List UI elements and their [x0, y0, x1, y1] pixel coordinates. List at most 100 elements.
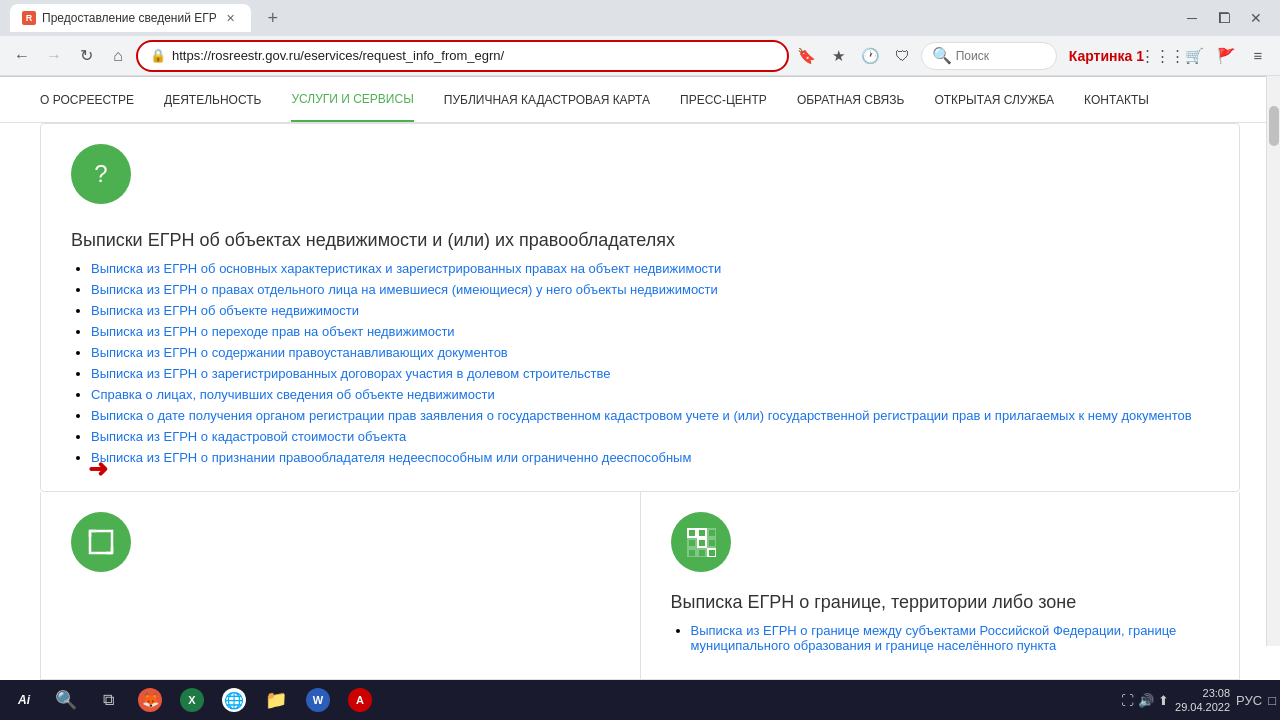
address-bar[interactable]	[172, 48, 775, 63]
nav-item-feedback[interactable]: ОБРАТНАЯ СВЯЗЬ	[797, 79, 905, 121]
section-col-left	[41, 492, 641, 679]
tab-title: Предоставление сведений ЕГР	[42, 11, 217, 25]
nav-item-deyatelnost[interactable]: ДЕЯТЕЛЬНОСТЬ	[164, 79, 261, 121]
taskbar-word-button[interactable]: W	[298, 682, 338, 718]
taskbar-right: ⛶ 🔊 ⬆ 23:08 29.04.2022 РУС □	[1121, 686, 1276, 715]
picture-label: Картинка 1	[1069, 48, 1144, 64]
list-item-highlighted: Справка о лицах, получивших сведения об …	[91, 387, 1209, 402]
svg-rect-7	[708, 529, 716, 537]
section-icon-right	[671, 512, 731, 572]
list-link[interactable]: Выписка из ЕГРН об объекте недвижимости	[91, 303, 359, 318]
notification-icon: □	[1268, 693, 1276, 708]
svg-rect-8	[688, 539, 696, 547]
maximize-button[interactable]: ⧠	[1210, 4, 1238, 32]
taskbar-explorer-button[interactable]: 📁	[256, 682, 296, 718]
taskbar-firefox-button[interactable]: 🦊	[130, 682, 170, 718]
list-item: Выписка из ЕГРН о зарегистрированных дог…	[91, 366, 1209, 381]
section-icon-question: ?	[71, 144, 131, 204]
taskbar-acrobat-button[interactable]: A	[340, 682, 380, 718]
browser-chrome: R Предоставление сведений ЕГР ✕ + ─ ⧠ ✕ …	[0, 0, 1280, 77]
list-item: Выписка из ЕГРН о правах отдельного лица…	[91, 282, 1209, 297]
sections-row: Выписка ЕГРН о границе, территории либо …	[40, 492, 1240, 680]
back-button[interactable]: ←	[8, 42, 36, 70]
scrollbar-thumb[interactable]	[1269, 106, 1279, 146]
ai-label: Ai	[18, 693, 30, 707]
toolbar-right: 🔖 ★ 🕐 🛡 🔍 Картинка 1 ⋮⋮⋮ 🛒 🚩 ≡	[793, 42, 1272, 70]
list-item: Выписка из ЕГРН об объекте недвижимости	[91, 303, 1209, 318]
section-title: Выписки ЕГРН об объектах недвижимости и …	[71, 220, 1209, 251]
list-link[interactable]: Выписка из ЕГРН о переходе прав на объек…	[91, 324, 455, 339]
address-bar-container[interactable]: 🔒	[136, 40, 789, 72]
extensions-icon[interactable]: ⋮⋮⋮	[1148, 42, 1176, 70]
word-icon: W	[306, 688, 330, 712]
list-link[interactable]: Выписка из ЕГРН о кадастровой стоимости …	[91, 429, 406, 444]
list-link[interactable]: Выписка из ЕГРН об основных характеристи…	[91, 261, 721, 276]
section-header: ?	[71, 144, 1209, 204]
search-box[interactable]: 🔍	[921, 42, 1057, 70]
browser-tab[interactable]: R Предоставление сведений ЕГР ✕	[10, 4, 251, 32]
clock: 23:08	[1175, 686, 1230, 700]
menu-icon[interactable]: ≡	[1244, 42, 1272, 70]
taskbar-taskview-icon: ⧉	[103, 691, 114, 709]
svg-rect-13	[708, 549, 716, 557]
taskbar-search-button[interactable]: 🔍	[46, 682, 86, 718]
list-item: Выписка из ЕГРН об основных характеристи…	[91, 261, 1209, 276]
grid-icon	[686, 527, 716, 557]
list-item: Выписка из ЕГРН о переходе прав на объек…	[91, 324, 1209, 339]
list-link-highlighted[interactable]: Справка о лицах, получивших сведения об …	[91, 387, 495, 402]
svg-rect-9	[698, 539, 706, 547]
acrobat-icon: A	[348, 688, 372, 712]
list-link[interactable]: Выписка из ЕГРН о содержании правоустана…	[91, 345, 508, 360]
list-item: Выписка о дате получения органом регистр…	[91, 408, 1209, 423]
scrollbar[interactable]	[1266, 76, 1280, 646]
svg-rect-6	[698, 529, 706, 537]
search-input[interactable]	[956, 49, 1046, 63]
taskbar-taskview-button[interactable]: ⧉	[88, 682, 128, 718]
list-item: Выписка из ЕГРН о признании правообладат…	[91, 450, 1209, 465]
sys-icons: ⛶ 🔊 ⬆	[1121, 693, 1169, 708]
new-tab-button[interactable]: +	[259, 4, 287, 32]
taskbar-ai-button[interactable]: Ai	[4, 682, 44, 718]
tab-close-button[interactable]: ✕	[223, 10, 239, 26]
flag-icon[interactable]: 🚩	[1212, 42, 1240, 70]
list-link[interactable]: Выписка о дате получения органом регистр…	[91, 408, 1192, 423]
close-button[interactable]: ✕	[1242, 4, 1270, 32]
reload-button[interactable]: ↻	[72, 42, 100, 70]
list-link[interactable]: Выписка из ЕГРН о зарегистрированных дог…	[91, 366, 610, 381]
list-link[interactable]: Выписка из ЕГРН о правах отдельного лица…	[91, 282, 718, 297]
favorites-icon[interactable]: ★	[825, 42, 853, 70]
home-button[interactable]: ⌂	[104, 42, 132, 70]
address-lock-icon: 🔒	[150, 48, 166, 63]
taskbar-chrome-button[interactable]: 🌐	[214, 682, 254, 718]
forward-button[interactable]: →	[40, 42, 68, 70]
cart-icon[interactable]: 🛒	[1180, 42, 1208, 70]
question-icon: ?	[94, 160, 107, 188]
title-bar: R Предоставление сведений ЕГР ✕ + ─ ⧠ ✕	[0, 0, 1280, 36]
nav-item-contacts[interactable]: КОНТАКТЫ	[1084, 79, 1149, 121]
taskbar-time: 23:08 29.04.2022	[1175, 686, 1230, 715]
section2-title: Выписка ЕГРН о границе, территории либо …	[671, 582, 1210, 613]
crop-icon	[86, 527, 116, 557]
taskbar-excel-button[interactable]: X	[172, 682, 212, 718]
nav-item-rosreestr[interactable]: О РОСРЕЕСТРЕ	[40, 79, 134, 121]
bookmark-icon[interactable]: 🔖	[793, 42, 821, 70]
section-col-right: Выписка ЕГРН о границе, территории либо …	[641, 492, 1240, 679]
list-link[interactable]: Выписка из ЕГРН о границе между субъекта…	[691, 623, 1177, 653]
nav-item-kadkarta[interactable]: ПУБЛИЧНАЯ КАДАСТРОВАЯ КАРТА	[444, 79, 650, 121]
nav-item-press[interactable]: ПРЕСС-ЦЕНТР	[680, 79, 767, 121]
list-link[interactable]: Выписка из ЕГРН о признании правообладат…	[91, 450, 691, 465]
minimize-button[interactable]: ─	[1178, 4, 1206, 32]
website-content: О РОСРЕЕСТРЕ ДЕЯТЕЛЬНОСТЬ УСЛУГИ И СЕРВИ…	[0, 77, 1280, 680]
nav-item-open[interactable]: ОТКРЫТАЯ СЛУЖБА	[934, 79, 1054, 121]
section-list: Выписка из ЕГРН об основных характеристи…	[71, 261, 1209, 465]
shield-icon[interactable]: 🛡	[889, 42, 917, 70]
site-nav: О РОСРЕЕСТРЕ ДЕЯТЕЛЬНОСТЬ УСЛУГИ И СЕРВИ…	[0, 77, 1280, 123]
history-icon[interactable]: 🕐	[857, 42, 885, 70]
svg-rect-11	[688, 549, 696, 557]
list-item: Выписка из ЕГРН о границе между субъекта…	[691, 623, 1210, 653]
svg-rect-0	[90, 531, 112, 553]
nav-item-uslugi[interactable]: УСЛУГИ И СЕРВИСЫ	[291, 78, 413, 122]
svg-rect-10	[708, 539, 716, 547]
language-indicator: РУС	[1236, 693, 1262, 708]
svg-rect-12	[698, 549, 706, 557]
